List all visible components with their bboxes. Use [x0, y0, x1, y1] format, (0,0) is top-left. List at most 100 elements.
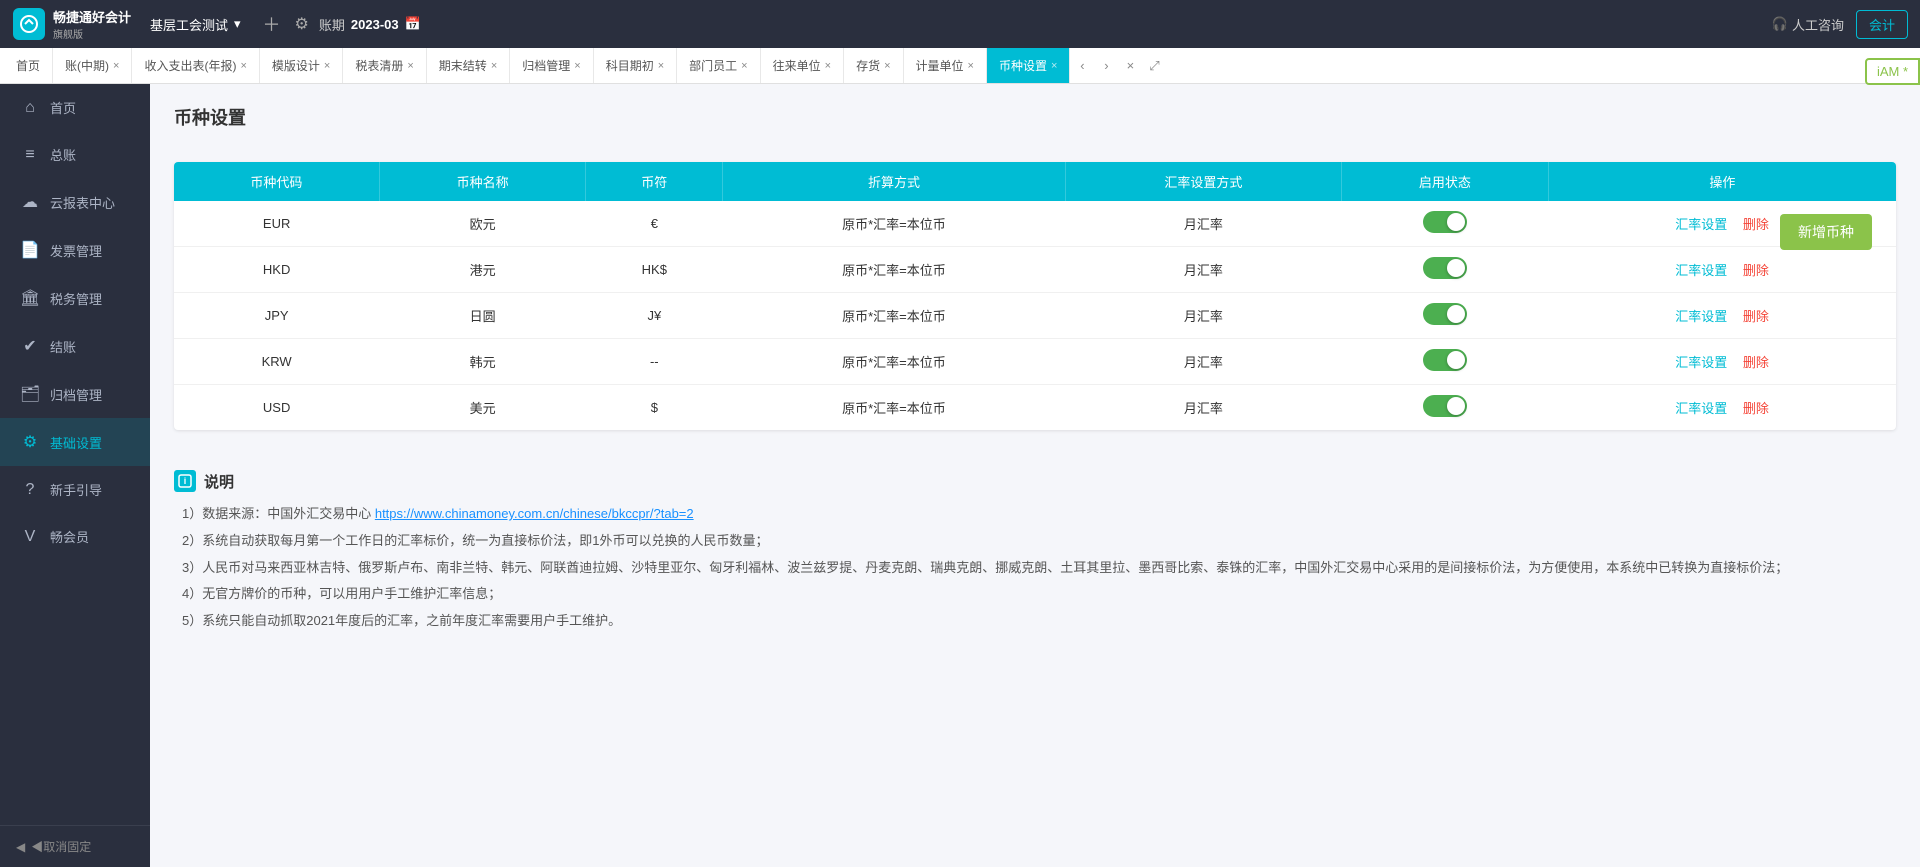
delete-button[interactable]: 删除 — [1743, 217, 1769, 232]
sidebar-item-settle[interactable]: ✔ 结账 — [0, 322, 150, 370]
sidebar-collapse-button[interactable]: ◀ ◀取消固定 — [0, 825, 150, 867]
tab-period-transfer[interactable]: 期末结转 × — [427, 48, 510, 84]
close-icon[interactable]: × — [825, 60, 831, 72]
settle-icon: ✔ — [20, 336, 40, 356]
delete-button[interactable]: 删除 — [1743, 401, 1769, 416]
sidebar-item-label: 归档管理 — [50, 385, 102, 404]
tab-label: 税表清册 — [355, 57, 403, 74]
cell-code: USD — [174, 385, 379, 431]
tab-income-annual[interactable]: 收入支出表(年报) × — [132, 48, 259, 84]
logo-text: 畅捷通好会计 — [53, 7, 131, 26]
tab-inventory[interactable]: 存货 × — [844, 48, 903, 84]
page-title: 币种设置 — [174, 104, 246, 130]
sidebar-item-archive[interactable]: 🗂 归档管理 — [0, 370, 150, 418]
tab-next-button[interactable]: › — [1094, 48, 1118, 84]
sidebar-item-vip[interactable]: V 畅会员 — [0, 513, 150, 560]
delete-button[interactable]: 删除 — [1743, 309, 1769, 324]
tab-tax-list[interactable]: 税表清册 × — [343, 48, 426, 84]
notice-item-4: 4）无官方牌价的币种，可以用用户手工维护汇率信息； — [182, 584, 1896, 605]
tab-homepage[interactable]: 首页 — [4, 48, 53, 84]
table-row: KRW 韩元 -- 原币*汇率=本位币 月汇率 汇率设置 删除 — [174, 339, 1896, 385]
tab-prev-button[interactable]: ‹ — [1070, 48, 1094, 84]
tab-archive[interactable]: 归档管理 × — [510, 48, 593, 84]
tab-template[interactable]: 模版设计 × — [260, 48, 343, 84]
tab-currency[interactable]: 币种设置 × — [987, 48, 1070, 84]
toggle-switch[interactable] — [1423, 211, 1467, 233]
rate-setting-button[interactable]: 汇率设置 — [1675, 401, 1727, 416]
calendar-icon[interactable]: 📅 — [405, 16, 421, 32]
settings-icon[interactable]: ⚙ — [295, 14, 309, 34]
tab-label: 科目期初 — [606, 57, 654, 74]
tab-customers[interactable]: 往来单位 × — [761, 48, 844, 84]
close-icon[interactable]: × — [658, 60, 664, 72]
close-icon[interactable]: × — [884, 60, 890, 72]
sidebar-item-label: 畅会员 — [50, 527, 89, 546]
top-header: 畅捷通好会计 旗舰版 基层工会测试 ▾ ＋ ⚙ 账期 2023-03 📅 🎧 人… — [0, 0, 1920, 48]
delete-button[interactable]: 删除 — [1743, 263, 1769, 278]
chevron-down-icon: ▾ — [234, 16, 241, 32]
tab-label: 币种设置 — [999, 57, 1047, 74]
company-selector[interactable]: 基层工会测试 ▾ — [142, 11, 249, 38]
svg-text:i: i — [184, 476, 187, 486]
cell-status — [1342, 293, 1549, 339]
tab-dept-staff[interactable]: 部门员工 × — [677, 48, 760, 84]
tab-unit[interactable]: 计量单位 × — [904, 48, 987, 84]
invoice-icon: 📄 — [20, 240, 40, 260]
notice-item-3: 3）人民币对马来西亚林吉特、俄罗斯卢布、南非兰特、韩元、阿联酋迪拉姆、沙特里亚尔… — [182, 558, 1896, 579]
headset-icon: 🎧 — [1772, 16, 1788, 32]
notice-item-5: 5）系统只能自动抓取2021年度后的汇率，之前年度汇率需要用户手工维护。 — [182, 611, 1896, 632]
sidebar-item-label: 新手引导 — [50, 480, 102, 499]
close-icon[interactable]: × — [574, 60, 580, 72]
toggle-switch[interactable] — [1423, 349, 1467, 371]
sidebar-item-tax[interactable]: 🏛 税务管理 — [0, 274, 150, 322]
tab-label: 归档管理 — [522, 57, 570, 74]
vip-icon: V — [20, 528, 40, 546]
notice-list: 1）数据来源：中国外汇交易中心 https://www.chinamoney.c… — [174, 504, 1896, 632]
add-company-button[interactable]: ＋ — [259, 11, 285, 37]
account-button[interactable]: 会计 — [1856, 10, 1908, 39]
rate-setting-button[interactable]: 汇率设置 — [1675, 217, 1727, 232]
cell-symbol: $ — [586, 385, 723, 431]
close-icon[interactable]: × — [240, 60, 246, 72]
consulting-button[interactable]: 🎧 人工咨询 — [1772, 15, 1844, 34]
sidebar-item-reports[interactable]: ☁ 云报表中心 — [0, 178, 150, 226]
rate-setting-button[interactable]: 汇率设置 — [1675, 309, 1727, 324]
notice-item-2: 2）系统自动获取每月第一个工作日的汇率标价，统一为直接标价法，即1外币可以兑换的… — [182, 531, 1896, 552]
close-icon[interactable]: × — [1051, 60, 1057, 72]
sidebar-item-ledger[interactable]: ≡ 总账 — [0, 131, 150, 178]
close-icon[interactable]: × — [324, 60, 330, 72]
notice-link[interactable]: https://www.chinamoney.com.cn/chinese/bk… — [375, 506, 694, 521]
cell-calc: 原币*汇率=本位币 — [723, 385, 1065, 431]
cell-status — [1342, 201, 1549, 247]
sidebar-item-invoice[interactable]: 📄 发票管理 — [0, 226, 150, 274]
close-icon[interactable]: × — [407, 60, 413, 72]
notice-item-1: 1）数据来源：中国外汇交易中心 https://www.chinamoney.c… — [182, 504, 1896, 525]
tab-bar: 首页 账(中期) × 收入支出表(年报) × 模版设计 × 税表清册 × 期末结… — [0, 48, 1920, 84]
close-icon[interactable]: × — [113, 60, 119, 72]
tab-account-mid[interactable]: 账(中期) × — [53, 48, 132, 84]
cell-status — [1342, 339, 1549, 385]
tab-close-all-button[interactable]: × — [1118, 48, 1142, 84]
cloud-icon: ☁ — [20, 192, 40, 212]
close-icon[interactable]: × — [491, 60, 497, 72]
tab-subject-init[interactable]: 科目期初 × — [594, 48, 677, 84]
tax-icon: 🏛 — [20, 288, 40, 308]
sidebar-item-basic-settings[interactable]: ⚙ 基础设置 — [0, 418, 150, 466]
main-layout: ⌂ 首页 ≡ 总账 ☁ 云报表中心 📄 发票管理 🏛 税务管理 ✔ 结账 — [0, 84, 1920, 867]
sidebar-item-label: 结账 — [50, 337, 76, 356]
rate-setting-button[interactable]: 汇率设置 — [1675, 355, 1727, 370]
close-icon[interactable]: × — [968, 60, 974, 72]
new-currency-button[interactable]: 新增币种 — [1780, 214, 1872, 250]
rate-setting-button[interactable]: 汇率设置 — [1675, 263, 1727, 278]
toggle-switch[interactable] — [1423, 303, 1467, 325]
sidebar-item-guide[interactable]: ? 新手引导 — [0, 466, 150, 513]
sidebar-item-home[interactable]: ⌂ 首页 — [0, 84, 150, 131]
toggle-switch[interactable] — [1423, 257, 1467, 279]
iam-badge[interactable]: iAM * — [1865, 58, 1920, 85]
delete-button[interactable]: 删除 — [1743, 355, 1769, 370]
tab-expand-button[interactable]: ⤢ — [1142, 48, 1166, 84]
toggle-switch[interactable] — [1423, 395, 1467, 417]
logo-icon — [13, 8, 45, 40]
close-icon[interactable]: × — [741, 60, 747, 72]
sidebar-item-label: 基础设置 — [50, 433, 102, 452]
